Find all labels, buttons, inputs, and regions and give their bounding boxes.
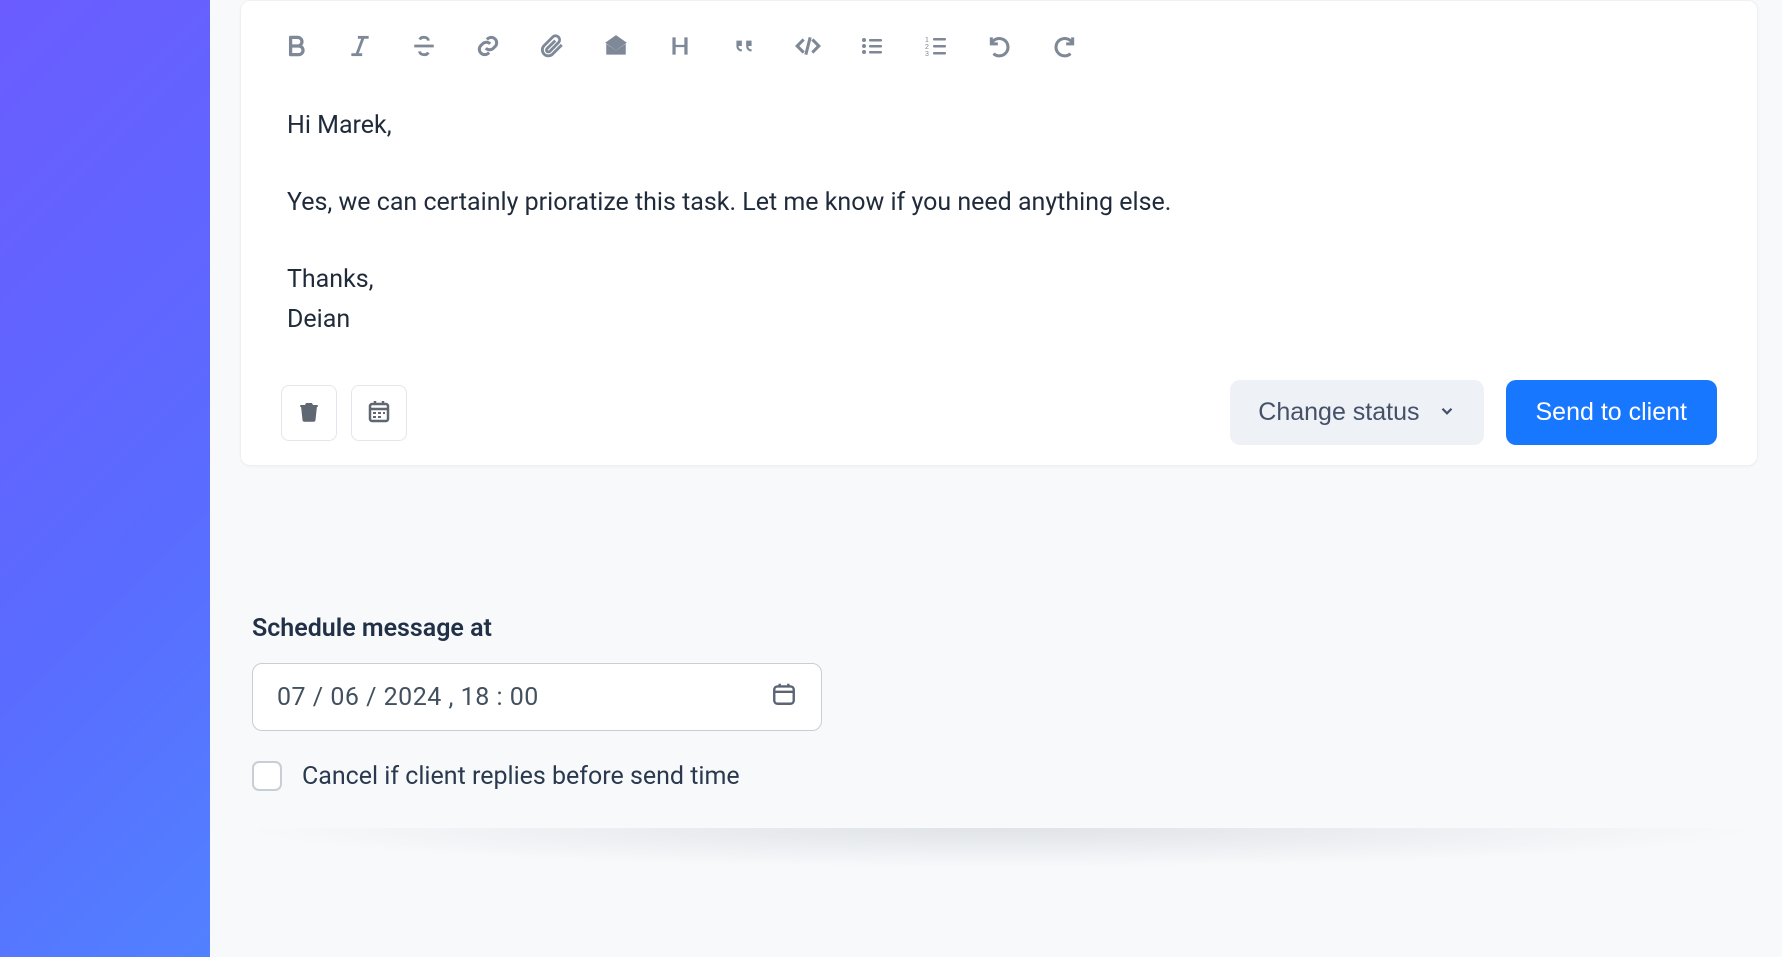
cancel-if-replies-checkbox[interactable] xyxy=(252,761,282,791)
italic-icon[interactable] xyxy=(345,31,375,61)
send-button[interactable]: Send to client xyxy=(1506,380,1718,445)
schedule-datetime-input[interactable]: 07 / 06 / 2024 , 18 : 00 xyxy=(252,663,822,731)
trash-icon xyxy=(297,399,321,426)
heading-icon[interactable] xyxy=(665,31,695,61)
message-body[interactable]: Hi Marek, Yes, we can certainly priorati… xyxy=(241,73,1757,358)
attachment-icon[interactable] xyxy=(537,31,567,61)
quote-icon[interactable] xyxy=(729,31,759,61)
calendar-outline-icon xyxy=(771,681,797,714)
cancel-if-replies-row: Cancel if client replies before send tim… xyxy=(252,761,1746,791)
svg-text:3: 3 xyxy=(925,51,929,58)
action-row: Change status Send to client xyxy=(241,358,1757,445)
numbered-list-icon[interactable]: 123 xyxy=(921,31,951,61)
cancel-if-replies-label: Cancel if client replies before send tim… xyxy=(302,762,740,791)
bullet-list-icon[interactable] xyxy=(857,31,887,61)
schedule-section: Schedule message at 07 / 06 / 2024 , 18 … xyxy=(240,590,1758,819)
panel-background: 123 Hi Marek, Yes, we can certainly prio… xyxy=(210,0,1782,957)
strikethrough-icon[interactable] xyxy=(409,31,439,61)
schedule-label: Schedule message at xyxy=(252,614,1746,643)
thanks-line: Thanks, xyxy=(287,261,1711,300)
change-status-button[interactable]: Change status xyxy=(1230,380,1483,445)
undo-icon[interactable] xyxy=(985,31,1015,61)
delete-button[interactable] xyxy=(281,385,337,441)
schedule-button[interactable] xyxy=(351,385,407,441)
send-button-label: Send to client xyxy=(1536,398,1688,426)
change-status-label: Change status xyxy=(1258,398,1419,427)
calendar-icon xyxy=(367,399,391,426)
svg-text:1: 1 xyxy=(925,37,929,44)
signature-line: Deian xyxy=(287,301,1711,340)
body-line: Yes, we can certainly prioratize this ta… xyxy=(287,184,1711,223)
greeting-line: Hi Marek, xyxy=(287,107,1711,146)
chevron-down-icon xyxy=(1438,398,1456,427)
editor-toolbar: 123 xyxy=(241,1,1757,73)
code-icon[interactable] xyxy=(793,31,823,61)
schedule-datetime-value: 07 / 06 / 2024 , 18 : 00 xyxy=(277,683,771,712)
link-icon[interactable] xyxy=(473,31,503,61)
envelope-open-icon[interactable] xyxy=(601,31,631,61)
redo-icon[interactable] xyxy=(1049,31,1079,61)
editor-card: 123 Hi Marek, Yes, we can certainly prio… xyxy=(240,0,1758,466)
svg-text:2: 2 xyxy=(925,44,929,51)
bold-icon[interactable] xyxy=(281,31,311,61)
